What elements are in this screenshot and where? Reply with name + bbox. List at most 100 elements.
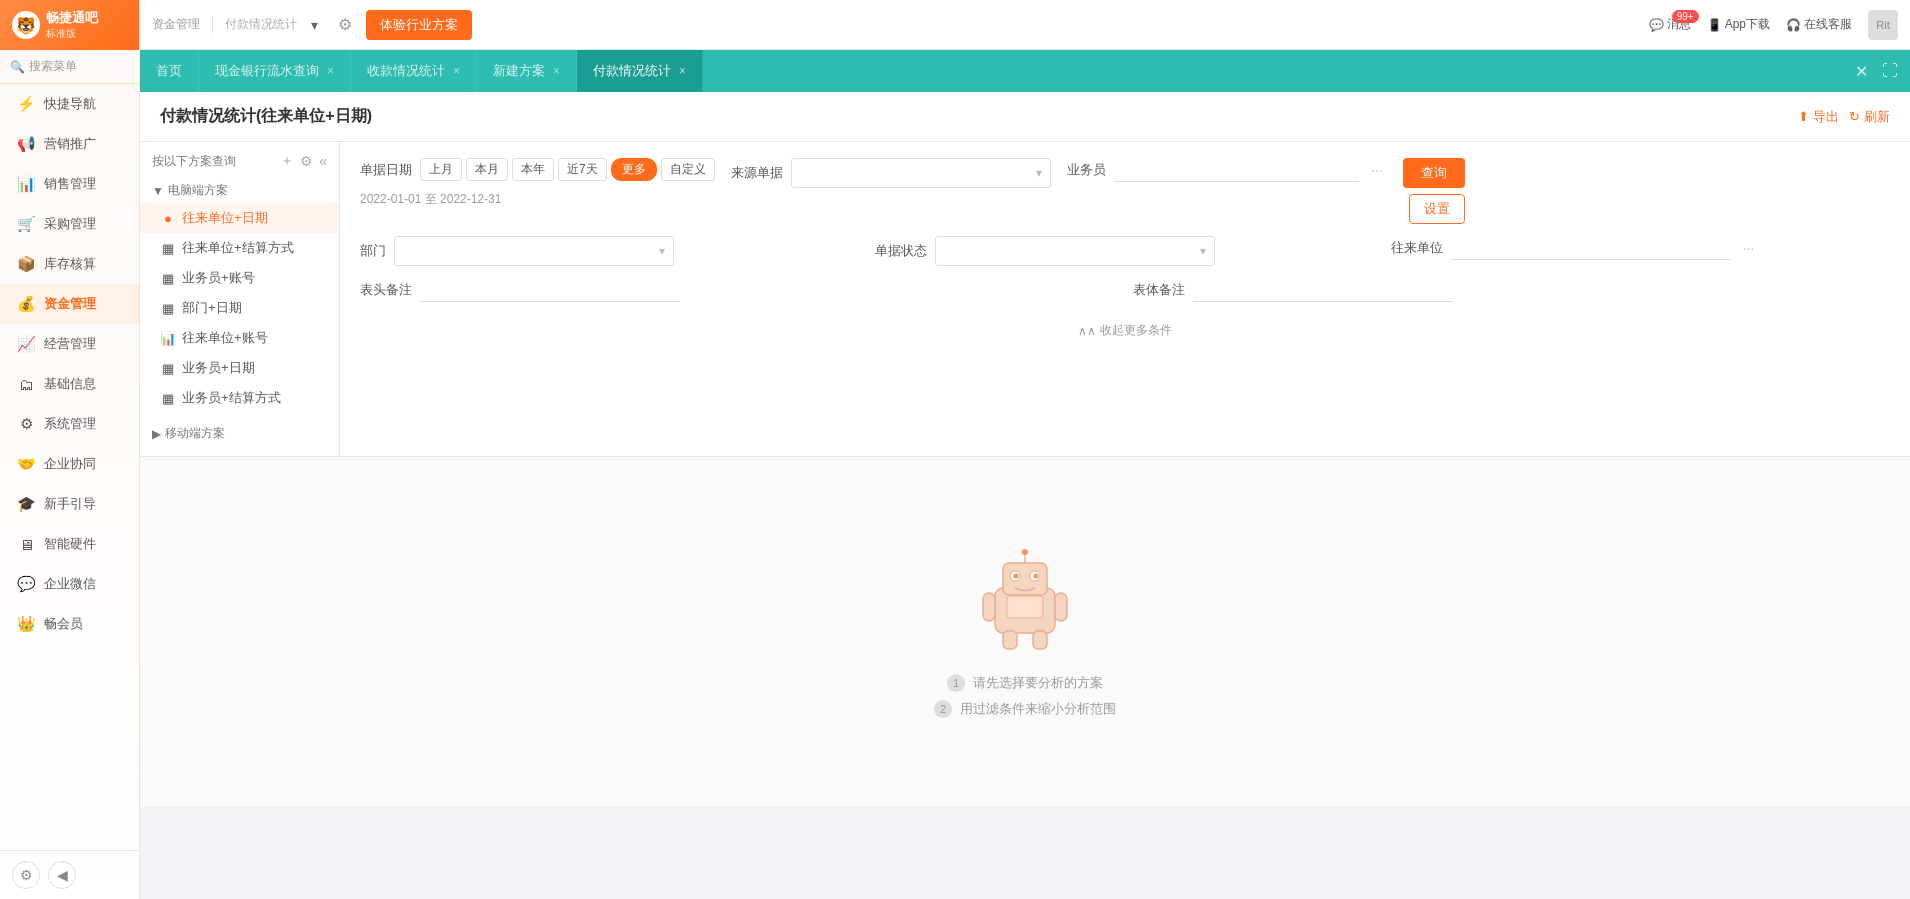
tab-payment-stats-close[interactable]: ×: [679, 64, 686, 78]
empty-illustration: [965, 538, 1085, 658]
brand-version: 标准版: [46, 27, 98, 41]
newbie-icon: 🎓: [16, 494, 36, 514]
tab-payment-stats[interactable]: 付款情况统计 ×: [577, 50, 703, 92]
scheme-item-5[interactable]: ▦ 业务员+日期: [140, 353, 339, 383]
tab-home[interactable]: 首页: [140, 50, 199, 92]
svg-point-5: [1034, 574, 1039, 579]
sidebar-settings-btn[interactable]: ⚙: [12, 861, 40, 889]
sidebar-item-newbie[interactable]: 🎓 新手引导: [0, 484, 139, 524]
filter-settings-btn[interactable]: 设置: [1409, 194, 1465, 224]
sidebar-item-purchase[interactable]: 🛒 采购管理: [0, 204, 139, 244]
sidebar-item-operation[interactable]: 📈 经营管理: [0, 324, 139, 364]
date-btn-more[interactable]: 更多: [611, 158, 657, 181]
scheme-item-1[interactable]: ▦ 往来单位+结算方式: [140, 233, 339, 263]
sidebar-item-sales[interactable]: 📊 销售管理: [0, 164, 139, 204]
topbar-settings-btn[interactable]: ⚙: [332, 13, 358, 36]
sidebar-item-marketing[interactable]: 📢 营销推广: [0, 124, 139, 164]
sidebar-item-label: 经营管理: [44, 335, 96, 353]
collapse-more-btn[interactable]: ∧∧ 收起更多条件: [1078, 322, 1172, 339]
sidebar-item-finance[interactable]: 💰 资金管理: [0, 284, 139, 324]
dept-select[interactable]: ▾: [394, 236, 674, 266]
sidebar-item-wechat[interactable]: 💬 企业微信: [0, 564, 139, 604]
counterpart-input[interactable]: [1451, 236, 1731, 260]
filter-row-1: 单据日期 上月 本月 本年 近7天 更多 自定义 2022-01-01 至 20…: [360, 158, 1890, 224]
sidebar-item-hardware[interactable]: 🖥 智能硬件: [0, 524, 139, 564]
scheme-item-0[interactable]: ● 往来单位+日期: [140, 203, 339, 233]
svg-rect-12: [1007, 596, 1043, 618]
tab-bank-flow-close[interactable]: ×: [327, 64, 334, 78]
app-download-btn[interactable]: 📱 App下载: [1707, 16, 1770, 33]
table-body-note-input[interactable]: [1193, 278, 1453, 302]
source-bill-select[interactable]: ▾: [791, 158, 1051, 188]
sidebar-header: 🐯 畅捷通吧 标准版: [0, 0, 139, 50]
sidebar-item-basic[interactable]: 🗂 基础信息: [0, 364, 139, 404]
scheme-grid-icon2: ▦: [160, 270, 176, 286]
tab-collection-stats-close[interactable]: ×: [453, 64, 460, 78]
scheme-item-2[interactable]: ▦ 业务员+账号: [140, 263, 339, 293]
tabbar-close-btn[interactable]: ✕: [1851, 58, 1872, 85]
date-btn-custom[interactable]: 自定义: [661, 158, 715, 181]
breadcrumb-dropdown-btn[interactable]: ▾: [305, 15, 324, 35]
salesman-input[interactable]: [1114, 158, 1359, 182]
page-title: 付款情况统计(往来单位+日期): [160, 106, 372, 127]
filter-date-item: 单据日期 上月 本月 本年 近7天 更多 自定义 2022-01-01 至 20…: [360, 158, 715, 208]
svg-point-7: [1022, 549, 1028, 555]
bill-status-select[interactable]: ▾: [935, 236, 1215, 266]
tab-new-scheme-label: 新建方案: [493, 62, 545, 80]
tab-new-scheme-close[interactable]: ×: [553, 64, 560, 78]
date-btn-last-month[interactable]: 上月: [420, 158, 462, 181]
breadcrumb: 资金管理: [152, 16, 200, 33]
table-header-note-input[interactable]: [420, 278, 680, 302]
scheme-item-4[interactable]: 📊 往来单位+账号: [140, 323, 339, 353]
tab-bank-flow[interactable]: 现金银行流水查询 ×: [199, 50, 351, 92]
filter-scheme-container: 按以下方案查询 ＋ ⚙ « ▼ 电脑端: [140, 142, 1910, 457]
sidebar-item-inventory[interactable]: 📦 库存核算: [0, 244, 139, 284]
tab-new-scheme[interactable]: 新建方案 ×: [477, 50, 577, 92]
scheme-item-3[interactable]: ▦ 部门+日期: [140, 293, 339, 323]
salesman-dots[interactable]: ···: [1367, 162, 1387, 178]
date-btn-7days[interactable]: 近7天: [558, 158, 607, 181]
sidebar-item-label: 库存核算: [44, 255, 96, 273]
sidebar-item-system[interactable]: ⚙ 系统管理: [0, 404, 139, 444]
sidebar-item-quick-nav[interactable]: ⚡ 快捷导航: [0, 84, 139, 124]
sidebar-item-corp[interactable]: 🤝 企业协同: [0, 444, 139, 484]
tab-payment-stats-label: 付款情况统计: [593, 62, 671, 80]
sidebar: 🐯 畅捷通吧 标准版 🔍 搜索菜单 ⚡ 快捷导航 📢 营销推广 📊 销售管理 🛒…: [0, 0, 140, 899]
source-bill-arrow: ▾: [1036, 166, 1042, 180]
refresh-btn[interactable]: ↻ 刷新: [1849, 108, 1890, 126]
sidebar-collapse-btn[interactable]: ◀: [48, 861, 76, 889]
tabbar-right-btns: ✕ ⛶: [1843, 50, 1910, 92]
collapse-area: ∧∧ 收起更多条件: [360, 314, 1890, 351]
svg-rect-10: [1003, 631, 1017, 649]
search-icon: 🔍: [10, 60, 25, 74]
query-btn[interactable]: 查询: [1403, 158, 1465, 188]
step-1-text: 请先选择要分析的方案: [973, 674, 1103, 692]
user-label: Rit: [1868, 10, 1898, 40]
counterpart-dots[interactable]: ···: [1739, 240, 1759, 256]
tab-collection-stats[interactable]: 收款情况统计 ×: [351, 50, 477, 92]
add-icon: ＋: [280, 152, 294, 168]
tabbar-expand-btn[interactable]: ⛶: [1878, 58, 1902, 84]
scheme-mobile-group[interactable]: ▶ 移动端方案: [140, 421, 339, 446]
wechat-icon: 💬: [16, 574, 36, 594]
sidebar-item-member[interactable]: 👑 畅会员: [0, 604, 139, 644]
scheme-item-6[interactable]: ▦ 业务员+结算方式: [140, 383, 339, 413]
scheme-collapse-btn[interactable]: «: [319, 152, 327, 170]
sidebar-item-label: 营销推广: [44, 135, 96, 153]
scheme-settings-btn[interactable]: ⚙: [300, 152, 313, 170]
sidebar-search[interactable]: 🔍 搜索菜单: [0, 50, 139, 84]
scheme-group-arrow: ▼: [152, 184, 164, 198]
date-btn-this-year[interactable]: 本年: [512, 158, 554, 181]
export-btn[interactable]: ⬆ 导出: [1798, 108, 1839, 126]
table-body-note-label: 表体备注: [1133, 281, 1185, 299]
scheme-desktop-group[interactable]: ▼ 电脑端方案: [140, 178, 339, 203]
notification-btn[interactable]: 💬 消息 99+: [1649, 16, 1691, 33]
scheme-add-btn[interactable]: ＋: [280, 152, 294, 170]
settings-circle-icon: ⚙: [300, 153, 313, 169]
scheme-item-label: 往来单位+结算方式: [182, 239, 294, 257]
empty-state: 1 请先选择要分析的方案 2 用过滤条件来缩小分析范围: [934, 538, 1116, 726]
date-btn-this-month[interactable]: 本月: [466, 158, 508, 181]
try-industry-btn[interactable]: 体验行业方案: [366, 10, 472, 40]
user-avatar[interactable]: Rit: [1868, 10, 1898, 40]
online-service-btn[interactable]: 🎧 在线客服: [1786, 16, 1852, 33]
